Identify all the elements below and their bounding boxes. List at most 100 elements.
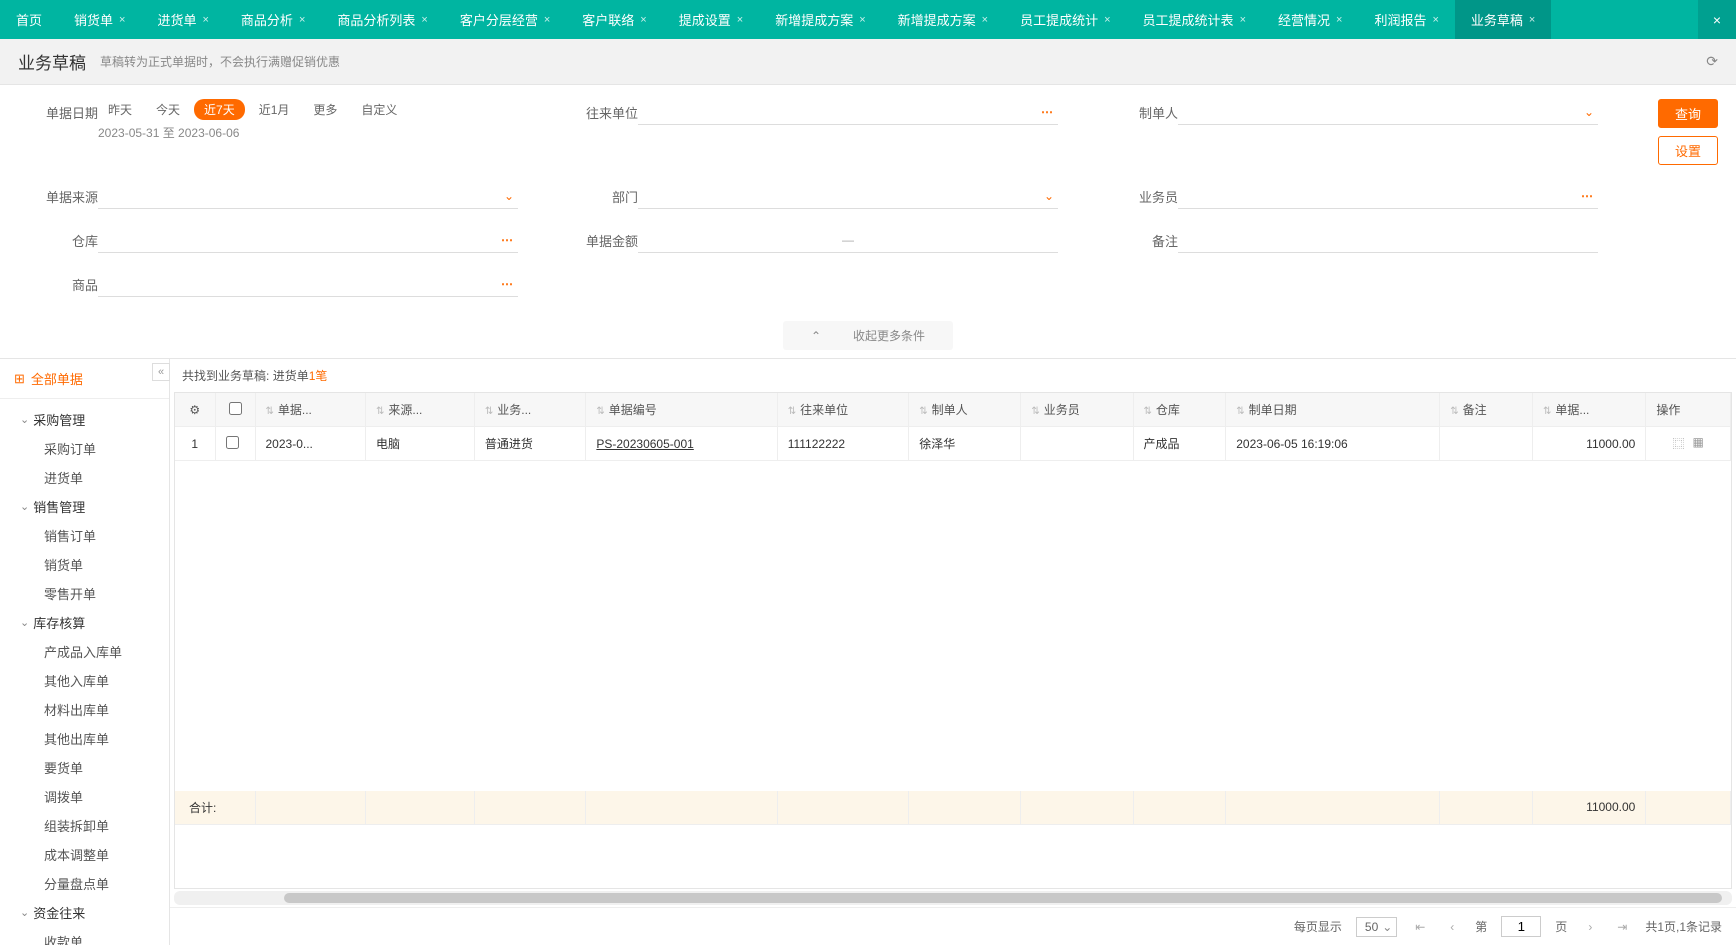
tab-product-analysis[interactable]: 商品分析× <box>225 0 321 39</box>
col-warehouse[interactable]: ⇅仓库 <box>1133 393 1226 427</box>
tab-new-commission1[interactable]: 新增提成方案× <box>759 0 881 39</box>
tab-commission-setting[interactable]: 提成设置× <box>663 0 759 39</box>
remark-input[interactable] <box>1178 227 1598 253</box>
col-source[interactable]: ⇅来源... <box>365 393 474 427</box>
creator-input[interactable]: ⌄ <box>1178 99 1598 125</box>
col-amount[interactable]: ⇅单据... <box>1532 393 1645 427</box>
sidebar-collapse-button[interactable]: « <box>152 363 170 381</box>
column-settings-button[interactable]: ⚙ <box>175 393 215 427</box>
tree-group-purchase[interactable]: 采购管理 <box>0 405 169 434</box>
settings-button[interactable]: 设置 <box>1658 136 1718 165</box>
tree-item[interactable]: 要货单 <box>0 753 169 782</box>
tree-item[interactable]: 成本调整单 <box>0 840 169 869</box>
close-icon[interactable]: × <box>737 14 743 26</box>
col-createtime[interactable]: ⇅制单日期 <box>1226 393 1440 427</box>
close-icon[interactable]: × <box>982 14 988 26</box>
tab-business-status[interactable]: 经营情况× <box>1262 0 1358 39</box>
close-icon[interactable]: × <box>1336 14 1342 26</box>
lookup-icon[interactable]: ⋯ <box>1041 105 1054 119</box>
close-icon[interactable]: × <box>544 14 550 26</box>
col-date[interactable]: ⇅单据... <box>255 393 365 427</box>
close-icon[interactable]: × <box>1240 14 1246 26</box>
tab-staff-commission-table[interactable]: 员工提成统计表× <box>1127 0 1262 39</box>
tree-item[interactable]: 其他出库单 <box>0 724 169 753</box>
page-input[interactable] <box>1501 916 1541 937</box>
close-icon[interactable]: × <box>859 14 865 26</box>
chip-custom[interactable]: 自定义 <box>351 99 407 120</box>
tab-sales[interactable]: 销货单× <box>58 0 141 39</box>
col-partner[interactable]: ⇅往来单位 <box>777 393 909 427</box>
dept-select[interactable]: ⌄ <box>638 183 1058 209</box>
chip-more[interactable]: 更多 <box>303 99 347 120</box>
close-icon[interactable]: × <box>640 14 646 26</box>
tree-item[interactable]: 销售订单 <box>0 521 169 550</box>
tree-item[interactable]: 进货单 <box>0 463 169 492</box>
tab-staff-commission-stat[interactable]: 员工提成统计× <box>1004 0 1126 39</box>
tree-group-sales[interactable]: 销售管理 <box>0 492 169 521</box>
partner-input[interactable]: ⋯ <box>638 99 1058 125</box>
docno-link[interactable]: PS-20230605-001 <box>596 437 693 451</box>
tree-item[interactable]: 分量盘点单 <box>0 869 169 898</box>
refresh-icon[interactable]: ⟳ <box>1706 53 1718 70</box>
warehouse-input[interactable]: ⋯ <box>98 227 518 253</box>
lookup-icon[interactable]: ⋯ <box>501 233 514 247</box>
tab-customer-tier[interactable]: 客户分层经营× <box>444 0 566 39</box>
tab-draft[interactable]: 业务草稿× <box>1455 0 1551 39</box>
close-all-button[interactable]: × <box>1698 0 1736 39</box>
qrcode-icon[interactable]: ▦ <box>1693 435 1704 452</box>
close-icon[interactable]: × <box>1432 14 1438 26</box>
query-button[interactable]: 查询 <box>1658 99 1718 128</box>
chip-today[interactable]: 今天 <box>146 99 190 120</box>
tree-item[interactable]: 调拨单 <box>0 782 169 811</box>
horizontal-scrollbar[interactable] <box>174 891 1732 905</box>
row-checkbox[interactable] <box>215 427 255 461</box>
lookup-icon[interactable]: ⋯ <box>1581 189 1594 203</box>
chip-7days[interactable]: 近7天 <box>194 99 245 120</box>
close-icon[interactable]: × <box>299 14 305 26</box>
tree-item[interactable]: 产成品入库单 <box>0 637 169 666</box>
last-page-button[interactable]: ⇥ <box>1613 918 1631 936</box>
tree-item[interactable]: 收款单 <box>0 927 169 945</box>
col-salesperson[interactable]: ⇅业务员 <box>1021 393 1133 427</box>
prev-page-button[interactable]: ‹ <box>1443 918 1461 936</box>
tab-new-commission2[interactable]: 新增提成方案× <box>882 0 1004 39</box>
salesperson-input[interactable]: ⋯ <box>1178 183 1598 209</box>
tree-item[interactable]: 组装拆卸单 <box>0 811 169 840</box>
col-docno[interactable]: ⇅单据编号 <box>586 393 777 427</box>
first-page-button[interactable]: ⇤ <box>1411 918 1429 936</box>
source-select[interactable]: ⌄ <box>98 183 518 209</box>
tab-customer-contact[interactable]: 客户联络× <box>566 0 662 39</box>
chevron-down-icon[interactable]: ⌄ <box>1584 105 1594 119</box>
chevron-down-icon[interactable]: ⌄ <box>1044 189 1054 203</box>
view-icon[interactable]: ⿴ <box>1672 435 1684 452</box>
sidebar-head[interactable]: ⊞ 全部单据 <box>0 359 169 399</box>
table-row[interactable]: 1 2023-0... 电脑 普通进货 PS-20230605-001 1111… <box>175 427 1731 461</box>
collapse-filters-button[interactable]: ⌃收起更多条件 <box>783 321 953 350</box>
close-icon[interactable]: × <box>421 14 427 26</box>
tree-item[interactable]: 其他入库单 <box>0 666 169 695</box>
page-size-select[interactable]: 50 <box>1356 917 1397 937</box>
close-icon[interactable]: × <box>119 14 125 26</box>
tree-group-funds[interactable]: 资金往来 <box>0 898 169 927</box>
next-page-button[interactable]: › <box>1581 918 1599 936</box>
close-icon[interactable]: × <box>1529 14 1535 26</box>
tree-group-inventory[interactable]: 库存核算 <box>0 608 169 637</box>
chip-1month[interactable]: 近1月 <box>249 99 300 120</box>
chevron-down-icon[interactable]: ⌄ <box>504 189 514 203</box>
close-icon[interactable]: × <box>1104 14 1110 26</box>
tree-item[interactable]: 零售开单 <box>0 579 169 608</box>
select-all-checkbox[interactable] <box>215 393 255 427</box>
col-creator[interactable]: ⇅制单人 <box>909 393 1021 427</box>
product-input[interactable]: ⋯ <box>98 271 518 297</box>
tab-profit-report[interactable]: 利润报告× <box>1358 0 1454 39</box>
tree-item[interactable]: 销货单 <box>0 550 169 579</box>
chip-yesterday[interactable]: 昨天 <box>98 99 142 120</box>
lookup-icon[interactable]: ⋯ <box>501 277 514 291</box>
tab-home[interactable]: 首页 <box>0 0 58 39</box>
col-remark[interactable]: ⇅备注 <box>1440 393 1533 427</box>
tree-item[interactable]: 材料出库单 <box>0 695 169 724</box>
amount-range-input[interactable]: — <box>638 227 1058 253</box>
tab-purchase[interactable]: 进货单× <box>141 0 224 39</box>
col-biztype[interactable]: ⇅业务... <box>474 393 586 427</box>
tab-product-analysis-list[interactable]: 商品分析列表× <box>321 0 443 39</box>
